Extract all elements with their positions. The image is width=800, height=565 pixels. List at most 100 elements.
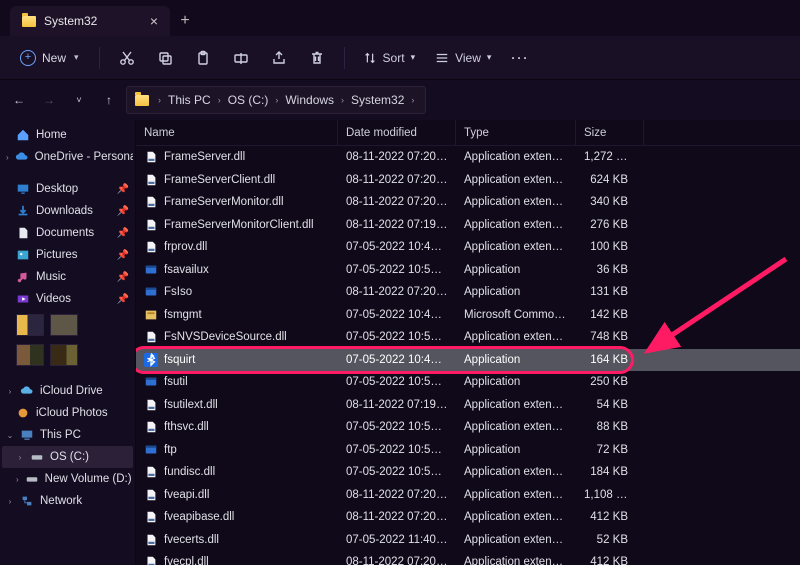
file-row[interactable]: frprov.dll07-05-2022 10:49 AMApplication… bbox=[136, 236, 800, 259]
thumbnail[interactable] bbox=[50, 344, 78, 366]
chevron-down-icon: ⌄ bbox=[6, 431, 14, 440]
delete-button[interactable] bbox=[300, 42, 334, 74]
file-date: 07-05-2022 11:40 AM bbox=[338, 534, 456, 546]
file-date: 07-05-2022 10:50 AM bbox=[338, 421, 456, 433]
separator bbox=[99, 47, 100, 69]
file-icon bbox=[144, 263, 158, 277]
address-bar[interactable]: › This PC › OS (C:) › Windows › System32… bbox=[126, 86, 426, 114]
file-row[interactable]: fvecpl.dll08-11-2022 07:20 PMApplication… bbox=[136, 551, 800, 565]
file-size: 36 KB bbox=[576, 264, 644, 276]
file-size: 412 KB bbox=[576, 556, 644, 565]
share-button[interactable] bbox=[262, 42, 296, 74]
address-row: ← → ˅ ↑ › This PC › OS (C:) › Windows › … bbox=[0, 80, 800, 120]
file-type: Microsoft Common ... bbox=[456, 309, 576, 321]
file-type: Application bbox=[456, 354, 576, 366]
file-name: FrameServerClient.dll bbox=[164, 174, 275, 186]
file-row[interactable]: fsquirt07-05-2022 10:49 AMApplication164… bbox=[136, 349, 800, 372]
file-name: fsquirt bbox=[164, 354, 195, 366]
copy-button[interactable] bbox=[148, 42, 182, 74]
sidebar-item-new-volume[interactable]: › New Volume (D:) bbox=[2, 468, 133, 490]
file-row[interactable]: fthsvc.dll07-05-2022 10:50 AMApplication… bbox=[136, 416, 800, 439]
file-row[interactable]: fveapi.dll08-11-2022 07:20 PMApplication… bbox=[136, 484, 800, 507]
sidebar-item-music[interactable]: Music 📌 bbox=[2, 266, 133, 288]
file-size: 276 KB bbox=[576, 219, 644, 231]
sidebar-item-videos[interactable]: Videos 📌 bbox=[2, 288, 133, 310]
column-size[interactable]: Size bbox=[576, 120, 644, 145]
toolbar: + New ▾ Sort ▾ View ▾ ··· bbox=[0, 36, 800, 80]
file-date: 07-05-2022 10:49 AM bbox=[338, 354, 456, 366]
file-name: fsmgmt bbox=[164, 309, 202, 321]
view-button[interactable]: View ▾ bbox=[427, 42, 499, 74]
crumb-os-c[interactable]: OS (C:) bbox=[226, 93, 271, 107]
sidebar-item-icloud-photos[interactable]: iCloud Photos bbox=[2, 402, 133, 424]
chevron-right-icon: › bbox=[16, 475, 19, 484]
file-icon bbox=[144, 308, 158, 322]
sidebar-item-home[interactable]: Home bbox=[2, 124, 133, 146]
file-name: ftp bbox=[164, 444, 177, 456]
sidebar-item-label: This PC bbox=[40, 429, 81, 441]
file-name: fsutil bbox=[164, 376, 188, 388]
thumbnail[interactable] bbox=[50, 314, 78, 336]
sidebar-item-this-pc[interactable]: ⌄ This PC bbox=[2, 424, 133, 446]
sidebar-item-label: Music bbox=[36, 271, 66, 283]
up-button[interactable]: ↑ bbox=[102, 93, 116, 107]
file-row[interactable]: FrameServer.dll08-11-2022 07:20 PMApplic… bbox=[136, 146, 800, 169]
column-date[interactable]: Date modified bbox=[338, 120, 456, 145]
sidebar-item-downloads[interactable]: Downloads 📌 bbox=[2, 200, 133, 222]
crumb-windows[interactable]: Windows bbox=[283, 93, 336, 107]
file-icon bbox=[144, 533, 158, 547]
file-name: FsIso bbox=[164, 286, 192, 298]
plus-icon: + bbox=[20, 50, 36, 66]
file-row[interactable]: fsmgmt07-05-2022 10:49 AMMicrosoft Commo… bbox=[136, 304, 800, 327]
column-name[interactable]: Name bbox=[136, 120, 338, 145]
sidebar-item-pictures[interactable]: Pictures 📌 bbox=[2, 244, 133, 266]
file-type: Application bbox=[456, 444, 576, 456]
file-row[interactable]: FsNVSDeviceSource.dll07-05-2022 10:50 AM… bbox=[136, 326, 800, 349]
crumb-this-pc[interactable]: This PC bbox=[166, 93, 213, 107]
file-type: Application bbox=[456, 264, 576, 276]
tab-system32[interactable]: System32 × bbox=[10, 6, 170, 36]
sidebar-item-label: OneDrive - Persona bbox=[35, 151, 133, 163]
thumbnail[interactable] bbox=[16, 344, 44, 366]
new-tab-button[interactable]: + bbox=[170, 6, 200, 36]
cut-button[interactable] bbox=[110, 42, 144, 74]
file-row[interactable]: FrameServerMonitor.dll08-11-2022 07:20 P… bbox=[136, 191, 800, 214]
sort-label: Sort bbox=[383, 51, 405, 65]
back-button[interactable]: ← bbox=[12, 93, 26, 107]
sort-button[interactable]: Sort ▾ bbox=[355, 42, 424, 74]
file-row[interactable]: fsutilext.dll08-11-2022 07:19 PMApplicat… bbox=[136, 394, 800, 417]
recent-button[interactable]: ˅ bbox=[72, 95, 86, 105]
close-icon[interactable]: × bbox=[150, 13, 158, 29]
file-size: 88 KB bbox=[576, 421, 644, 433]
rename-button[interactable] bbox=[224, 42, 258, 74]
sidebar-item-network[interactable]: › Network bbox=[2, 490, 133, 512]
file-date: 08-11-2022 07:20 PM bbox=[338, 174, 456, 186]
file-row[interactable]: fsavailux07-05-2022 10:50 AMApplication3… bbox=[136, 259, 800, 282]
forward-button[interactable]: → bbox=[42, 93, 56, 107]
crumb-system32[interactable]: System32 bbox=[349, 93, 406, 107]
file-row[interactable]: ftp07-05-2022 10:50 AMApplication72 KB bbox=[136, 439, 800, 462]
downloads-icon bbox=[16, 204, 30, 218]
file-row[interactable]: FrameServerMonitorClient.dll08-11-2022 0… bbox=[136, 214, 800, 237]
network-icon bbox=[20, 494, 34, 508]
file-row[interactable]: FsIso08-11-2022 07:20 PMApplication131 K… bbox=[136, 281, 800, 304]
sidebar-item-icloud-drive[interactable]: › iCloud Drive bbox=[2, 380, 133, 402]
column-type[interactable]: Type bbox=[456, 120, 576, 145]
sidebar-item-os-c[interactable]: › OS (C:) bbox=[2, 446, 133, 468]
thumbnail[interactable] bbox=[16, 314, 44, 336]
paste-button[interactable] bbox=[186, 42, 220, 74]
sidebar-item-documents[interactable]: Documents 📌 bbox=[2, 222, 133, 244]
new-button[interactable]: + New ▾ bbox=[12, 42, 89, 74]
file-row[interactable]: fundisc.dll07-05-2022 10:50 AMApplicatio… bbox=[136, 461, 800, 484]
sidebar-item-onedrive[interactable]: › OneDrive - Persona bbox=[2, 146, 133, 168]
more-button[interactable]: ··· bbox=[503, 42, 537, 74]
file-name: fsavailux bbox=[164, 264, 209, 276]
file-icon bbox=[144, 330, 158, 344]
file-icon bbox=[144, 398, 158, 412]
file-row[interactable]: fsutil07-05-2022 10:50 AMApplication250 … bbox=[136, 371, 800, 394]
file-row[interactable]: FrameServerClient.dll 08-11-2022 07:20 PM… bbox=[136, 169, 800, 192]
file-name: fsutilext.dll bbox=[164, 399, 218, 411]
sidebar-item-desktop[interactable]: Desktop 📌 bbox=[2, 178, 133, 200]
file-row[interactable]: fveapibase.dll08-11-2022 07:20 PMApplica… bbox=[136, 506, 800, 529]
file-row[interactable]: fvecerts.dll07-05-2022 11:40 AMApplicati… bbox=[136, 529, 800, 552]
